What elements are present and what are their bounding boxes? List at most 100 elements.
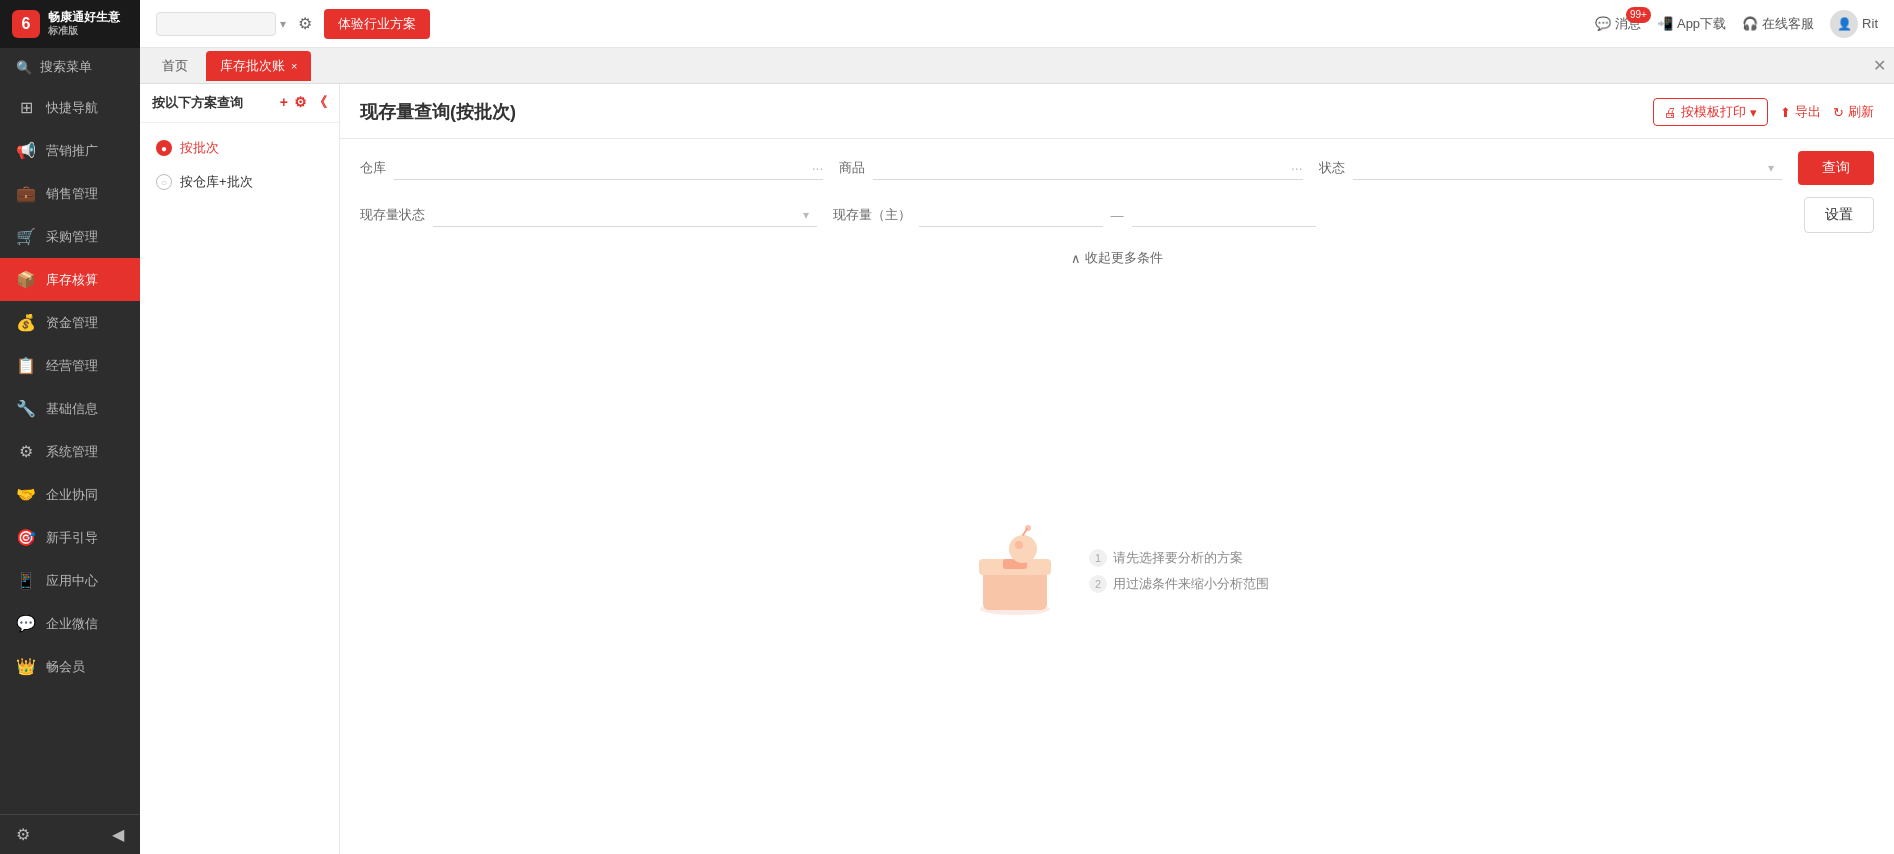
topbar-search-input[interactable] xyxy=(156,12,276,36)
membership-icon: 👑 xyxy=(16,657,36,676)
empty-svg xyxy=(965,521,1065,621)
refresh-label: 刷新 xyxy=(1848,103,1874,121)
product-input-container: ··· xyxy=(873,156,1302,180)
topbar-actions: 💬 消息 99+ 📲 App下载 🎧 在线客服 👤 Rit xyxy=(1595,10,1878,38)
empty-tip-1: 1 请先选择要分析的方案 xyxy=(1089,549,1269,567)
filter-area: 仓库 ··· 商品 ··· 状态 xyxy=(340,139,1894,287)
sidebar-logo: 6 xyxy=(12,10,40,38)
inventory-status-select[interactable]: ▾ xyxy=(433,204,817,227)
right-content: 现存量查询(按批次) 🖨 按模板打印 ▾ ⬆ 导出 ↻ xyxy=(340,84,1894,854)
search-icon: 🔍 xyxy=(16,60,32,75)
sidebar-item-app-center[interactable]: 📱 应用中心 xyxy=(0,559,140,602)
print-button[interactable]: 🖨 按模板打印 ▾ xyxy=(1653,98,1768,126)
purchase-icon: 🛒 xyxy=(16,227,36,246)
message-action[interactable]: 💬 消息 99+ xyxy=(1595,15,1641,33)
empty-illustration xyxy=(965,521,1065,621)
scheme-by-batch[interactable]: ● 按批次 xyxy=(140,131,339,165)
export-icon: ⬆ xyxy=(1780,105,1791,120)
inventory-amount-to-input[interactable] xyxy=(1132,203,1316,227)
sidebar-search[interactable]: 🔍 搜索菜单 xyxy=(0,48,140,86)
left-panel-header: 按以下方案查询 + ⚙ 《 xyxy=(140,84,339,123)
sidebar-item-finance[interactable]: 💰 资金管理 xyxy=(0,301,140,344)
add-scheme-icon[interactable]: + xyxy=(280,94,288,112)
app-center-icon: 📱 xyxy=(16,571,36,590)
svg-point-4 xyxy=(1009,535,1037,563)
collapse-conditions-button[interactable]: ∧ 收起更多条件 xyxy=(1071,249,1163,267)
svg-point-5 xyxy=(1015,541,1023,549)
tip-2-text: 用过滤条件来缩小分析范围 xyxy=(1113,575,1269,593)
collapse-sidebar-icon[interactable]: ◀ xyxy=(112,825,124,844)
topbar: ▾ ⚙ 体验行业方案 💬 消息 99+ 📲 App下载 🎧 在线客服 👤 Rit xyxy=(140,0,1894,48)
tab-inventory-batch-label: 库存批次账 xyxy=(220,57,285,75)
message-badge: 99+ xyxy=(1626,7,1651,23)
product-filter-label: 商品 xyxy=(839,159,865,177)
sidebar-footer: ⚙ ◀ xyxy=(0,814,140,854)
sidebar-item-operations[interactable]: 📋 经营管理 xyxy=(0,344,140,387)
export-label: 导出 xyxy=(1795,103,1821,121)
export-button[interactable]: ⬆ 导出 xyxy=(1780,103,1821,121)
tab-panel-close-icon[interactable]: ✕ xyxy=(1873,56,1886,75)
sidebar-item-enterprise[interactable]: 🤝 企业协同 xyxy=(0,473,140,516)
finance-icon: 💰 xyxy=(16,313,36,332)
user-profile-action[interactable]: 👤 Rit xyxy=(1830,10,1878,38)
refresh-button[interactable]: ↻ 刷新 xyxy=(1833,103,1874,121)
refresh-icon: ↻ xyxy=(1833,105,1844,120)
operations-icon: 📋 xyxy=(16,356,36,375)
topbar-gear-icon[interactable]: ⚙ xyxy=(298,14,312,33)
topbar-chevron-icon[interactable]: ▾ xyxy=(280,17,286,31)
empty-state: 1 请先选择要分析的方案 2 用过滤条件来缩小分析范围 xyxy=(340,287,1894,854)
sidebar-item-label: 应用中心 xyxy=(46,572,98,590)
print-label: 按模板打印 xyxy=(1681,103,1746,121)
system-icon: ⚙ xyxy=(16,442,36,461)
sidebar-item-sales[interactable]: 💼 销售管理 xyxy=(0,172,140,215)
sidebar-app-title: 畅康通好生意 xyxy=(48,10,120,24)
sidebar-item-label: 新手引导 xyxy=(46,529,98,547)
app-download-action[interactable]: 📲 App下载 xyxy=(1657,15,1726,33)
sidebar-item-label: 基础信息 xyxy=(46,400,98,418)
filter-collapse-row: ∧ 收起更多条件 xyxy=(360,245,1874,271)
sidebar-item-membership[interactable]: 👑 畅会员 xyxy=(0,645,140,688)
tab-home[interactable]: 首页 xyxy=(148,51,202,81)
sidebar-item-inventory[interactable]: 📦 库存核算 xyxy=(0,258,140,301)
basics-icon: 🔧 xyxy=(16,399,36,418)
warehouse-more-icon[interactable]: ··· xyxy=(812,160,824,176)
inventory-icon: 📦 xyxy=(16,270,36,289)
tip-2-number: 2 xyxy=(1089,575,1107,593)
sidebar-item-label: 企业微信 xyxy=(46,615,98,633)
sidebar-item-label: 经营管理 xyxy=(46,357,98,375)
inventory-amount-filter: 现存量（主） — xyxy=(833,203,1316,227)
sidebar-item-marketing[interactable]: 📢 营销推广 xyxy=(0,129,140,172)
product-more-icon[interactable]: ··· xyxy=(1291,160,1303,176)
sidebar-item-basics[interactable]: 🔧 基础信息 xyxy=(0,387,140,430)
scheme-by-warehouse-batch[interactable]: ○ 按仓库+批次 xyxy=(140,165,339,199)
query-button[interactable]: 查询 xyxy=(1798,151,1874,185)
tab-inventory-batch[interactable]: 库存批次账 × xyxy=(206,51,311,81)
sidebar-item-quick-nav[interactable]: ⊞ 快捷导航 xyxy=(0,86,140,129)
warehouse-input[interactable] xyxy=(394,156,812,179)
sidebar-item-enterprise-wechat[interactable]: 💬 企业微信 xyxy=(0,602,140,645)
settings-icon[interactable]: ⚙ xyxy=(16,825,30,844)
product-input[interactable] xyxy=(873,156,1291,179)
sidebar-item-label: 营销推广 xyxy=(46,142,98,160)
collapse-panel-icon[interactable]: 《 xyxy=(313,94,327,112)
inventory-amount-from-input[interactable] xyxy=(919,203,1103,227)
status-select[interactable]: ▾ xyxy=(1353,157,1782,180)
message-icon: 💬 xyxy=(1595,16,1611,31)
online-service-action[interactable]: 🎧 在线客服 xyxy=(1742,15,1814,33)
tab-close-icon[interactable]: × xyxy=(291,60,297,72)
main-area: ▾ ⚙ 体验行业方案 💬 消息 99+ 📲 App下载 🎧 在线客服 👤 Rit xyxy=(140,0,1894,854)
sidebar-item-newcomer[interactable]: 🎯 新手引导 xyxy=(0,516,140,559)
sidebar-item-label: 企业协同 xyxy=(46,486,98,504)
query-title-row: 现存量查询(按批次) 🖨 按模板打印 ▾ ⬆ 导出 ↻ xyxy=(360,98,1874,126)
trial-industry-button[interactable]: 体验行业方案 xyxy=(324,9,430,39)
sidebar-item-purchase[interactable]: 🛒 采购管理 xyxy=(0,215,140,258)
empty-tip-2: 2 用过滤条件来缩小分析范围 xyxy=(1089,575,1269,593)
empty-tips: 1 请先选择要分析的方案 2 用过滤条件来缩小分析范围 xyxy=(1089,549,1269,593)
sidebar-item-system[interactable]: ⚙ 系统管理 xyxy=(0,430,140,473)
sidebar-search-label: 搜索菜单 xyxy=(40,58,92,76)
settings-button[interactable]: 设置 xyxy=(1804,197,1874,233)
app-download-label: App下载 xyxy=(1677,15,1726,33)
left-panel: 按以下方案查询 + ⚙ 《 ● 按批次 ○ 按仓库+批次 xyxy=(140,84,340,854)
settings-scheme-icon[interactable]: ⚙ xyxy=(294,94,307,112)
app-download-icon: 📲 xyxy=(1657,16,1673,31)
